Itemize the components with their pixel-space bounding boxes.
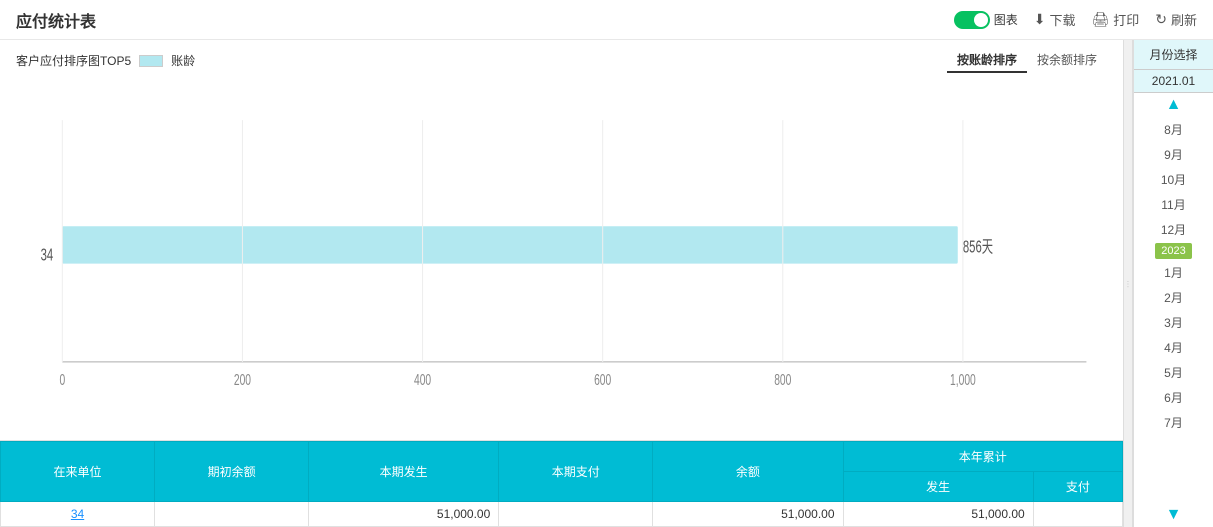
th-period-occur: 本期发生 (309, 442, 499, 502)
th-period-balance: 期初余额 (155, 442, 309, 502)
month-item[interactable]: 3月 (1155, 310, 1191, 335)
sidebar: 月份选择 2021.01 ▲ 8月9月10月11月12月20231月2月3月4月… (1133, 40, 1213, 527)
svg-text:600: 600 (594, 371, 611, 389)
month-item[interactable]: 6月 (1155, 385, 1191, 410)
chart-sort-buttons: 按账龄排序 按余额排序 (947, 48, 1107, 73)
legend-label: 账龄 (171, 52, 195, 69)
header: 应付统计表 图表 ⬇ 下载 🖨 打印 ↻ 刷新 (0, 0, 1213, 40)
refresh-button[interactable]: ↻ 刷新 (1155, 10, 1197, 29)
svg-text:800: 800 (774, 371, 791, 389)
chart-section: 客户应付排序图TOP5 账龄 按账龄排序 按余额排序 34 856天 (0, 40, 1123, 527)
legend-title: 客户应付排序图TOP5 (16, 52, 131, 69)
divider-dots: ··· (1124, 280, 1133, 288)
data-table: 在来单位 期初余额 本期发生 本期支付 余额 本年累计 发生 支付 (0, 441, 1123, 527)
balance-cell: 51,000.00 (653, 502, 843, 527)
chart-toggle[interactable]: 图表 (954, 11, 1018, 29)
th-period-pay: 本期支付 (499, 442, 653, 502)
download-icon: ⬇ (1034, 11, 1046, 28)
month-item[interactable]: 7月 (1155, 410, 1191, 435)
sidebar-current-date[interactable]: 2021.01 (1134, 70, 1213, 93)
sidebar-down-arrow[interactable]: ▼ (1134, 503, 1213, 527)
month-item[interactable]: 11月 (1155, 192, 1191, 217)
period-occur-cell: 51,000.00 (309, 502, 499, 527)
chart-header: 客户应付排序图TOP5 账龄 按账龄排序 按余额排序 (0, 40, 1123, 81)
year-badge[interactable]: 2023 (1155, 243, 1191, 259)
toggle-thumb (974, 13, 988, 27)
table-row: 34 51,000.00 51,000.00 51,000.00 (1, 502, 1123, 527)
chart-toggle-label: 图表 (994, 11, 1018, 28)
sidebar-months-list: 8月9月10月11月12月20231月2月3月4月5月6月7月 (1155, 117, 1191, 503)
refresh-icon: ↻ (1155, 11, 1167, 28)
svg-text:400: 400 (414, 371, 431, 389)
unit-cell[interactable]: 34 (1, 502, 155, 527)
svg-text:200: 200 (234, 371, 251, 389)
resize-divider[interactable]: ··· (1123, 40, 1133, 527)
bar-chart: 34 856天 0 200 400 600 800 1,000 (16, 89, 1107, 432)
th-ytd-group: 本年累计 (843, 442, 1122, 472)
month-item[interactable]: 9月 (1155, 142, 1191, 167)
sidebar-up-arrow[interactable]: ▲ (1134, 93, 1213, 117)
sidebar-header: 月份选择 (1134, 40, 1213, 70)
chart-area: 34 856天 0 200 400 600 800 1,000 (0, 81, 1123, 440)
download-button[interactable]: ⬇ 下载 (1034, 10, 1076, 29)
chart-legend: 客户应付排序图TOP5 账龄 (16, 52, 195, 69)
month-item[interactable]: 10月 (1155, 167, 1191, 192)
month-item[interactable]: 8月 (1155, 117, 1191, 142)
table-section: 在来单位 期初余额 本期发生 本期支付 余额 本年累计 发生 支付 (0, 440, 1123, 527)
sidebar-nav: ▲ 8月9月10月11月12月20231月2月3月4月5月6月7月 ▼ (1134, 93, 1213, 527)
page-title: 应付统计表 (16, 8, 96, 32)
period-balance-cell (155, 502, 309, 527)
month-item[interactable]: 1月 (1155, 260, 1191, 285)
month-item[interactable]: 2月 (1155, 285, 1191, 310)
month-item[interactable]: 5月 (1155, 360, 1191, 385)
svg-text:34: 34 (41, 246, 54, 265)
sort-by-balance-button[interactable]: 按余额排序 (1027, 48, 1107, 73)
month-item[interactable]: 4月 (1155, 335, 1191, 360)
th-origin-unit: 在来单位 (1, 442, 155, 502)
print-icon: 🖨 (1091, 11, 1109, 28)
toggle-track[interactable] (954, 11, 990, 29)
main-content: 客户应付排序图TOP5 账龄 按账龄排序 按余额排序 34 856天 (0, 40, 1213, 527)
legend-box (139, 55, 163, 67)
page-container: 应付统计表 图表 ⬇ 下载 🖨 打印 ↻ 刷新 (0, 0, 1213, 527)
print-button[interactable]: 🖨 打印 (1091, 10, 1139, 29)
ytd-occur-cell: 51,000.00 (843, 502, 1033, 527)
header-actions: 图表 ⬇ 下载 🖨 打印 ↻ 刷新 (954, 10, 1197, 29)
sort-by-amount-button[interactable]: 按账龄排序 (947, 48, 1027, 73)
period-pay-cell (499, 502, 653, 527)
svg-text:856天: 856天 (963, 239, 994, 258)
th-balance: 余额 (653, 442, 843, 502)
svg-text:1,000: 1,000 (950, 371, 976, 389)
ytd-pay-cell (1033, 502, 1122, 527)
th-ytd-pay: 支付 (1033, 472, 1122, 502)
month-item[interactable]: 12月 (1155, 217, 1191, 242)
th-ytd-occur: 发生 (843, 472, 1033, 502)
svg-text:0: 0 (59, 371, 65, 389)
